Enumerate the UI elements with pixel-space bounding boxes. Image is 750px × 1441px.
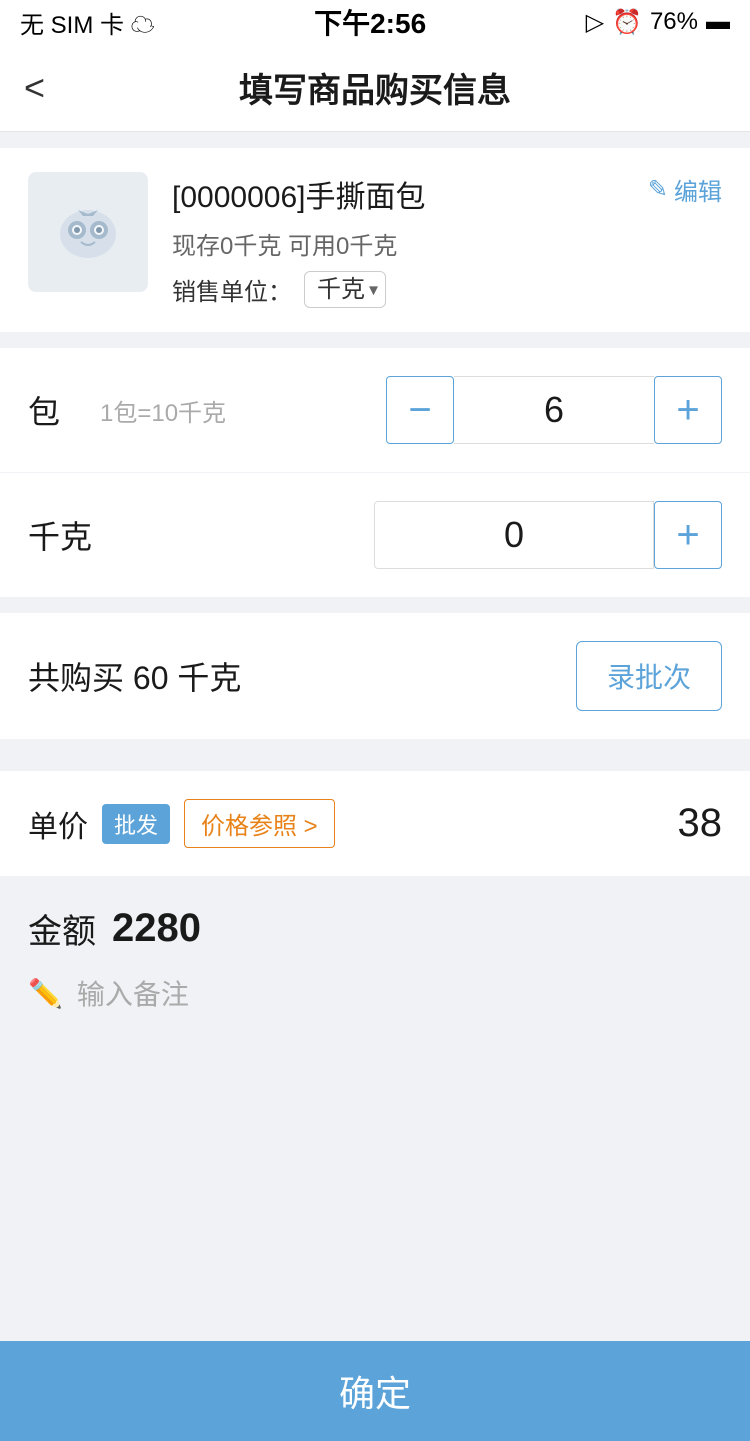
amount-row: 金额 2280 — [28, 904, 722, 953]
price-label-group: 单价 批发 价格参照 > — [28, 799, 335, 848]
price-section: 单价 批发 价格参照 > 38 — [0, 771, 750, 876]
batch-button[interactable]: 录批次 — [576, 641, 722, 711]
battery-icon: ▬ — [706, 8, 730, 36]
product-thumb-svg — [53, 202, 123, 262]
confirm-button[interactable]: 确定 — [0, 1341, 750, 1441]
qty-sublabel-bao: 1包=10千克 — [100, 393, 386, 428]
divider-1 — [0, 739, 750, 755]
confirm-label: 确定 — [339, 1365, 411, 1417]
product-stock: 现存0千克 可用0千克 — [172, 226, 722, 261]
qty-label-bao: 包 — [28, 387, 88, 433]
qty-input-kg[interactable] — [374, 501, 654, 569]
amount-label: 金额 — [28, 904, 96, 953]
price-label: 单价 — [28, 802, 88, 846]
unit-label: 销售单位： — [172, 272, 292, 307]
product-name: [0000006]手撕面包 — [172, 172, 722, 216]
back-button[interactable]: < — [24, 67, 45, 109]
product-unit-row: 销售单位： 千克 包 — [172, 271, 722, 308]
amount-value: 2280 — [112, 906, 201, 951]
edit-label: 编辑 — [674, 172, 722, 207]
unit-select[interactable]: 千克 包 — [304, 271, 386, 308]
total-label: 共购买 60 千克 — [28, 653, 241, 699]
price-tag: 批发 — [102, 804, 170, 844]
quantity-section: 包 1包=10千克 − + 千克 + — [0, 348, 750, 597]
increment-kg-button[interactable]: + — [654, 501, 722, 569]
price-row: 单价 批发 价格参照 > 38 — [28, 799, 722, 848]
sim-status: 无 SIM 卡 ☁ — [20, 5, 155, 40]
edit-button[interactable]: ✎ 编辑 — [648, 172, 722, 207]
qty-input-bao[interactable] — [454, 376, 654, 444]
battery-level: 76% — [650, 8, 698, 36]
qty-controls-kg: + — [374, 501, 722, 569]
quantity-row-kg: 千克 + — [0, 473, 750, 597]
unit-select-wrap[interactable]: 千克 包 — [304, 271, 386, 308]
page-title: 填写商品购买信息 — [239, 63, 511, 112]
product-thumbnail — [28, 172, 148, 292]
alarm-icon: ⏰ — [612, 8, 642, 37]
product-section: [0000006]手撕面包 现存0千克 可用0千克 销售单位： 千克 包 ✎ 编… — [0, 148, 750, 332]
empty-space — [0, 1041, 750, 1341]
status-bar: 无 SIM 卡 ☁ 下午2:56 ▷ ⏰ 76% ▬ — [0, 0, 750, 44]
remark-row[interactable]: ✏️ 输入备注 — [28, 973, 722, 1013]
qty-controls-bao: − + — [386, 376, 722, 444]
price-ref-button[interactable]: 价格参照 > — [184, 799, 335, 848]
edit-icon: ✎ — [648, 175, 668, 204]
location-icon: ▷ — [586, 8, 604, 37]
qty-label-kg: 千克 — [28, 512, 92, 558]
status-left: 无 SIM 卡 ☁ — [20, 5, 155, 40]
status-time: 下午2:56 — [314, 2, 426, 42]
nav-bar: < 填写商品购买信息 — [0, 44, 750, 132]
product-info: [0000006]手撕面包 现存0千克 可用0千克 销售单位： 千克 包 — [172, 172, 722, 308]
decrement-bao-button[interactable]: − — [386, 376, 454, 444]
status-right: ▷ ⏰ 76% ▬ — [586, 8, 730, 37]
remark-label: 输入备注 — [77, 973, 189, 1013]
amount-section: 金额 2280 ✏️ 输入备注 — [0, 876, 750, 1041]
price-value: 38 — [678, 801, 723, 846]
quantity-row-bao: 包 1包=10千克 − + — [0, 348, 750, 473]
total-section: 共购买 60 千克 录批次 — [0, 613, 750, 739]
increment-bao-button[interactable]: + — [654, 376, 722, 444]
remark-icon: ✏️ — [28, 977, 63, 1010]
